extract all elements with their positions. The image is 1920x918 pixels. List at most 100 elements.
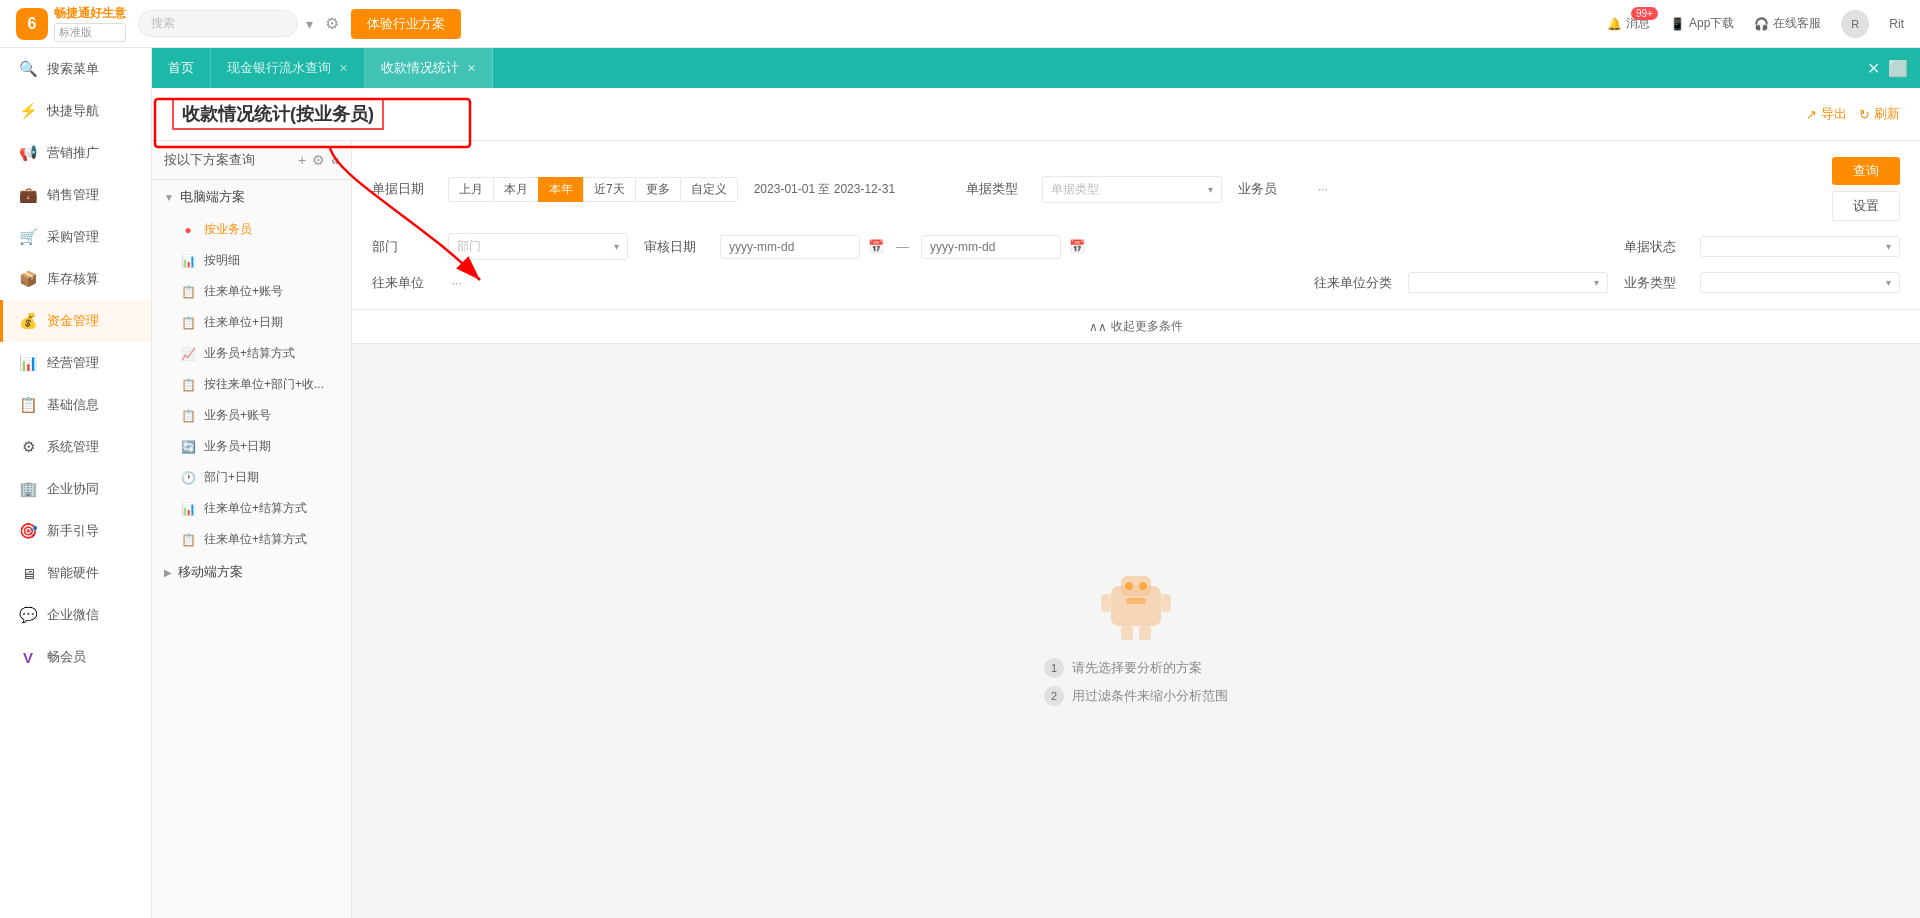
sidebar-item-marketing[interactable]: 📢 营销推广 [0, 132, 151, 174]
tab-bank-flow[interactable]: 现金银行流水查询 ✕ [211, 48, 365, 88]
trial-btn[interactable]: 体验行业方案 [351, 9, 461, 39]
scheme-item-salesperson-account[interactable]: 📋 业务员+账号 [152, 400, 351, 431]
operations-icon: 📊 [19, 354, 37, 372]
export-label: 导出 [1821, 105, 1847, 123]
export-btn[interactable]: ↗ 导出 [1806, 105, 1847, 123]
svg-rect-5 [1101, 594, 1111, 612]
scheme-group-desktop-header[interactable]: ▼ 电脑端方案 [152, 180, 351, 214]
sidebar-item-system[interactable]: ⚙ 系统管理 [0, 426, 151, 468]
settings-icon[interactable]: ⚙ [325, 14, 339, 33]
scheme-item-unit-account[interactable]: 📋 往来单位+账号 [152, 276, 351, 307]
date-tab-custom[interactable]: 自定义 [680, 177, 738, 202]
scheme-item-unit-dept-receipt[interactable]: 📋 按往来单位+部门+收... [152, 369, 351, 400]
sidebar-item-enterprise[interactable]: 🏢 企业协同 [0, 468, 151, 510]
sidebar-label-operations: 经营管理 [47, 354, 99, 372]
settings-btn[interactable]: 设置 [1832, 191, 1900, 221]
tab-receipt-stat-close[interactable]: ✕ [467, 62, 476, 75]
messages-area[interactable]: 🔔 消息 99+ [1607, 15, 1650, 32]
sidebar-item-purchase[interactable]: 🛒 采购管理 [0, 216, 151, 258]
scheme-item-salesperson-date[interactable]: 🔄 业务员+日期 [152, 431, 351, 462]
contact-category-select[interactable]: ▾ [1408, 272, 1608, 293]
sidebar-item-guide[interactable]: 🎯 新手引导 [0, 510, 151, 552]
calendar-start-icon[interactable]: 📅 [868, 239, 884, 254]
scheme-item-label-unit-dept: 按往来单位+部门+收... [204, 376, 324, 393]
app-download-area[interactable]: 📱 App下载 [1670, 15, 1734, 32]
scheme-add-btn[interactable]: + [298, 152, 306, 168]
date-tab-more[interactable]: 更多 [635, 177, 680, 202]
scheme-header: 按以下方案查询 + ⚙ « [152, 141, 351, 180]
contact-more-btn[interactable]: ··· [452, 276, 462, 290]
empty-step-2: 2 用过滤条件来缩小分析范围 [1044, 686, 1228, 706]
review-date-end-input[interactable] [921, 235, 1061, 259]
scheme-item-unit-method1[interactable]: 📊 往来单位+结算方式 [152, 493, 351, 524]
sidebar-label-purchase: 采购管理 [47, 228, 99, 246]
online-service-area[interactable]: 🎧 在线客服 [1754, 15, 1821, 32]
date-tab-last-month[interactable]: 上月 [448, 177, 493, 202]
doc-status-arrow-icon: ▾ [1886, 241, 1891, 252]
date-tab-this-year[interactable]: 本年 [538, 177, 583, 202]
salesperson-label: 业务员 [1238, 180, 1298, 198]
sidebar-item-sales[interactable]: 💼 销售管理 [0, 174, 151, 216]
tab-bank-flow-close[interactable]: ✕ [339, 62, 348, 75]
sidebar: 🔍 搜索菜单 ⚡ 快捷导航 📢 营销推广 💼 销售管理 🛒 采购管理 📦 库存核… [0, 48, 152, 918]
sidebar-item-wechat[interactable]: 💬 企业微信 [0, 594, 151, 636]
calendar-end-icon[interactable]: 📅 [1069, 239, 1085, 254]
salesperson-more-btn[interactable]: ··· [1318, 182, 1328, 196]
content-area: 按以下方案查询 + ⚙ « ▼ 电脑端方案 ● 按业务员 [152, 141, 1920, 918]
dropdown-arrow-icon[interactable]: ▾ [306, 16, 313, 32]
user-avatar[interactable]: R [1841, 10, 1869, 38]
scheme-group-mobile-header[interactable]: ▶ 移动端方案 [152, 555, 351, 589]
collapse-bar[interactable]: ∧∧ 收起更多条件 [352, 310, 1920, 344]
doc-status-select[interactable]: ▾ [1700, 236, 1900, 257]
query-btn[interactable]: 查询 [1832, 157, 1900, 185]
logo-text: 畅捷通好生意 [54, 5, 126, 22]
sidebar-item-search-menu[interactable]: 🔍 搜索菜单 [0, 48, 151, 90]
scheme-collapse-btn[interactable]: « [331, 152, 339, 168]
svg-rect-6 [1161, 594, 1171, 612]
step-1-num: 1 [1044, 658, 1064, 678]
scheme-salesperson-method-icon: 📈 [180, 346, 196, 362]
page-header: 收款情况统计(按业务员) ↗ 导出 ↻ 刷新 [152, 88, 1920, 141]
review-date-start-input[interactable] [720, 235, 860, 259]
tab-home[interactable]: 首页 [152, 48, 211, 88]
tab-bank-flow-label: 现金银行流水查询 [227, 59, 331, 77]
sidebar-item-finance[interactable]: 💰 资金管理 [0, 300, 151, 342]
biz-type-label: 业务类型 [1624, 274, 1684, 292]
sidebar-item-quick-nav[interactable]: ⚡ 快捷导航 [0, 90, 151, 132]
scheme-item-unit-date[interactable]: 📋 往来单位+日期 [152, 307, 351, 338]
top-header: 6 畅捷通好生意 标准版 搜索 ▾ ⚙ 体验行业方案 🔔 消息 99+ 📱 Ap… [0, 0, 1920, 48]
scheme-mobile-arrow-icon: ▶ [164, 567, 172, 578]
date-label: 单据日期 [372, 180, 432, 198]
date-tab-this-month[interactable]: 本月 [493, 177, 538, 202]
scheme-item-unit-method2[interactable]: 📋 往来单位+结算方式 [152, 524, 351, 555]
marketing-icon: 📢 [19, 144, 37, 162]
logo-icon: 6 [16, 8, 48, 40]
refresh-btn[interactable]: ↻ 刷新 [1859, 105, 1900, 123]
scheme-item-salesperson-method[interactable]: 📈 业务员+结算方式 [152, 338, 351, 369]
sidebar-item-member[interactable]: V 畅会员 [0, 636, 151, 678]
filter-row-1: 单据日期 上月 本月 本年 [372, 157, 1900, 221]
doc-type-select[interactable]: 单据类型 ▾ [1042, 176, 1222, 203]
search-box[interactable]: 搜索 [138, 10, 298, 37]
scheme-settings-btn[interactable]: ⚙ [312, 152, 325, 168]
sidebar-item-inventory[interactable]: 📦 库存核算 [0, 258, 151, 300]
system-icon: ⚙ [19, 438, 37, 456]
sidebar-label-sales: 销售管理 [47, 186, 99, 204]
date-tab-last7[interactable]: 近7天 [583, 177, 635, 202]
tab-bar-right: ✕ ⬜ [1867, 59, 1920, 78]
tab-maximize-icon[interactable]: ⬜ [1888, 59, 1908, 78]
dept-select[interactable]: 部门 ▾ [448, 233, 628, 260]
biz-type-select[interactable]: ▾ [1700, 272, 1900, 293]
scheme-header-actions: + ⚙ « [298, 152, 339, 168]
sidebar-item-base-info[interactable]: 📋 基础信息 [0, 384, 151, 426]
scheme-item-by-salesperson[interactable]: ● 按业务员 [152, 214, 351, 245]
sidebar-item-smart-hw[interactable]: 🖥 智能硬件 [0, 552, 151, 594]
sidebar-item-operations[interactable]: 📊 经营管理 [0, 342, 151, 384]
scheme-item-by-detail[interactable]: 📊 按明细 [152, 245, 351, 276]
collapse-icon: ∧∧ [1089, 320, 1107, 334]
tab-close-all-icon[interactable]: ✕ [1867, 59, 1880, 78]
sidebar-label-smart-hw: 智能硬件 [47, 564, 99, 582]
scheme-item-dept-date[interactable]: 🕐 部门+日期 [152, 462, 351, 493]
scheme-salesperson-date-icon: 🔄 [180, 439, 196, 455]
tab-receipt-stat[interactable]: 收款情况统计 ✕ [365, 48, 493, 88]
